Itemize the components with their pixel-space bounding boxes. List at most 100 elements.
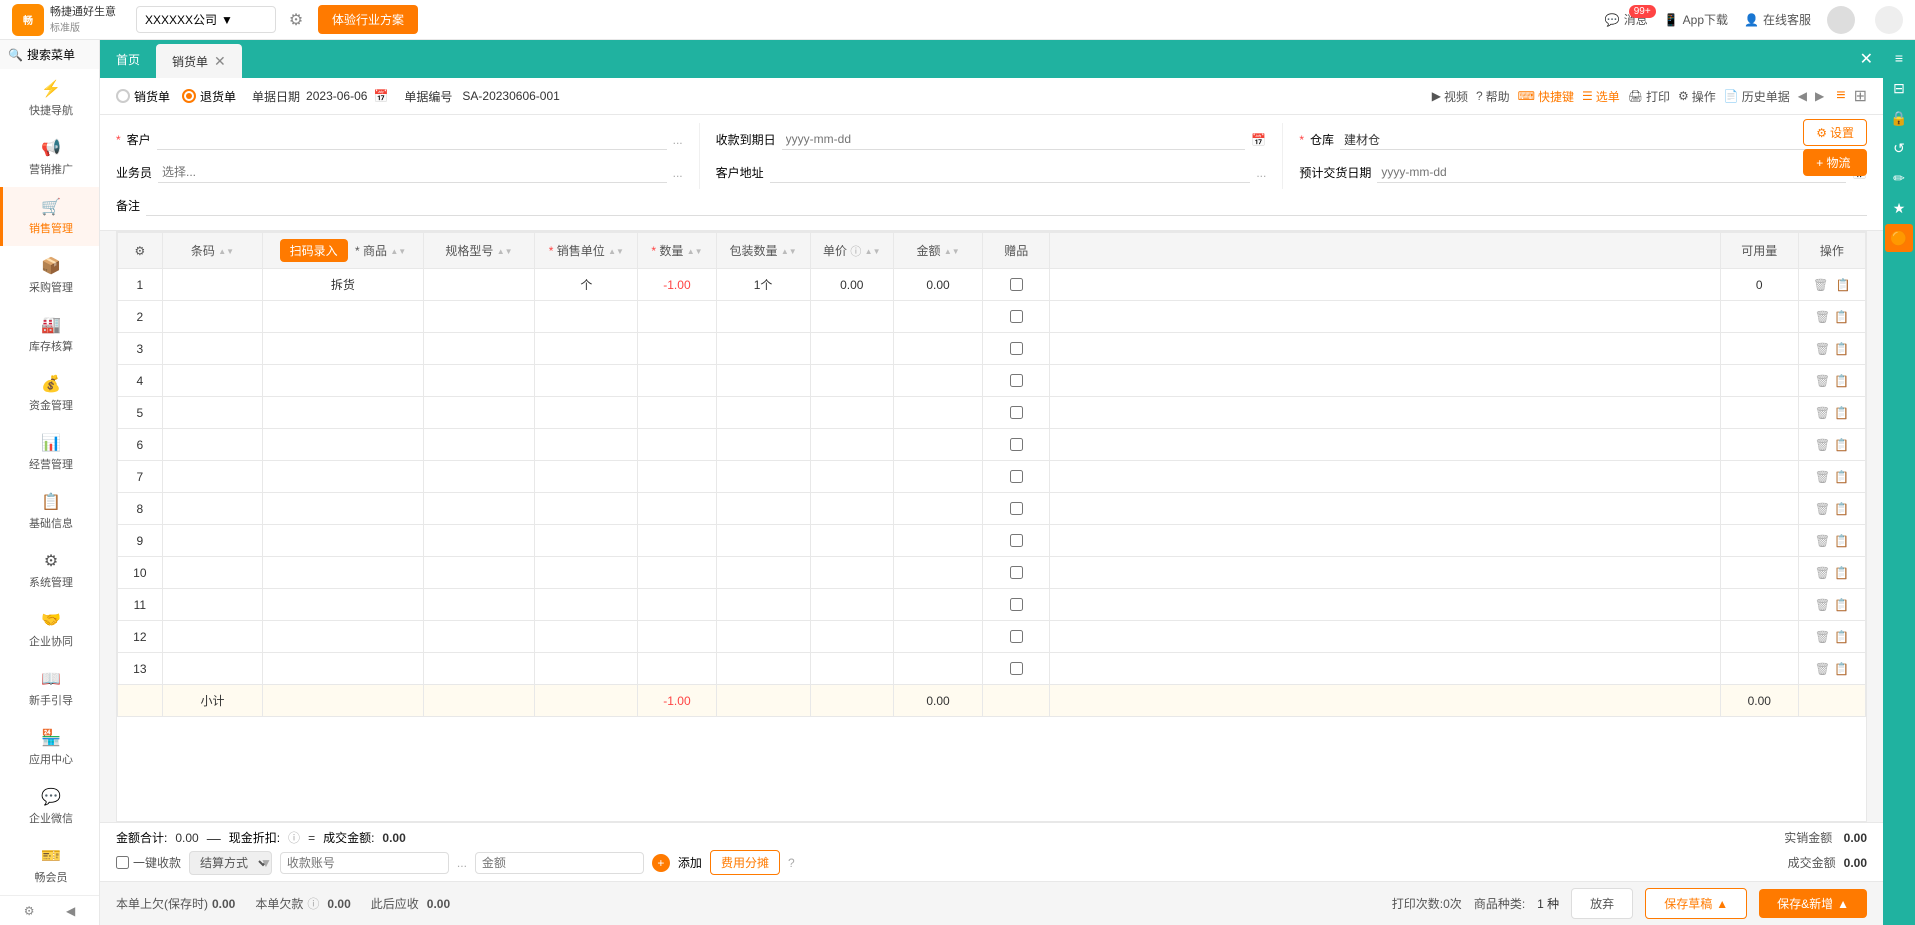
tab-sales-order[interactable]: 销货单 ✕ bbox=[156, 44, 242, 78]
sidebar-item-marketing[interactable]: 📢 营销推广 bbox=[0, 128, 99, 187]
right-panel-btn-7[interactable]: 🟠 bbox=[1885, 224, 1913, 252]
spec-input[interactable] bbox=[432, 278, 527, 292]
sidebar-item-appstore[interactable]: 🏪 应用中心 bbox=[0, 718, 99, 777]
next-icon[interactable]: ▶ bbox=[1815, 89, 1824, 103]
radio-return-order[interactable]: 退货单 bbox=[182, 88, 236, 105]
sidebar-item-system[interactable]: ⚙ 系统管理 bbox=[0, 541, 99, 600]
select-btn[interactable]: ☰ 选单 bbox=[1582, 88, 1620, 105]
sort-barcode-icon[interactable]: ▲▼ bbox=[218, 247, 234, 256]
calendar-icon[interactable]: 📅 bbox=[373, 89, 388, 103]
due-date-calendar-icon[interactable]: 📅 bbox=[1251, 133, 1266, 147]
delete-icon[interactable]: 🗑 bbox=[1813, 278, 1828, 292]
sidebar-item-finance[interactable]: 💰 资金管理 bbox=[0, 364, 99, 423]
delete-icon[interactable]: 🗑 bbox=[1815, 630, 1830, 644]
sidebar-item-quick-nav[interactable]: ⚡ 快捷导航 bbox=[0, 69, 99, 128]
copy-icon[interactable]: 📋 bbox=[1834, 342, 1849, 356]
save-new-button[interactable]: 保存&新增 ▲ bbox=[1759, 889, 1867, 918]
delete-icon[interactable]: 🗑 bbox=[1815, 310, 1830, 324]
gift-checkbox[interactable] bbox=[1010, 278, 1023, 291]
delete-icon[interactable]: 🗑 bbox=[1815, 502, 1830, 516]
delete-icon[interactable]: 🗑 bbox=[1815, 534, 1830, 548]
salesperson-more-icon[interactable]: ... bbox=[673, 166, 683, 180]
warehouse-input[interactable] bbox=[1340, 129, 1851, 150]
save-draft-button[interactable]: 保存草稿 ▲ bbox=[1645, 888, 1747, 919]
tab-home[interactable]: 首页 bbox=[100, 40, 156, 78]
row-price[interactable]: 0.00 bbox=[810, 269, 893, 301]
sidebar-collapse-icon[interactable]: ◀ bbox=[66, 904, 75, 918]
settings-btn[interactable]: ⚙ 设置 bbox=[1803, 119, 1867, 146]
right-panel-btn-2[interactable]: ⊟ bbox=[1885, 74, 1913, 102]
copy-icon[interactable]: 📋 bbox=[1834, 630, 1849, 644]
settings-gear-button[interactable]: ⚙ bbox=[282, 6, 310, 34]
sidebar-item-guide[interactable]: 📖 新手引导 bbox=[0, 659, 99, 718]
gift-checkbox[interactable] bbox=[1010, 630, 1023, 643]
salesperson-input[interactable] bbox=[158, 162, 667, 183]
history-btn[interactable]: 📄 历史单据 bbox=[1724, 88, 1790, 105]
notes-input[interactable] bbox=[146, 195, 1867, 216]
sidebar-item-member[interactable]: 🎫 畅会员 bbox=[0, 836, 99, 895]
sidebar-item-basics[interactable]: 📋 基础信息 bbox=[0, 482, 99, 541]
gift-checkbox[interactable] bbox=[1010, 598, 1023, 611]
sidebar-item-enterprise[interactable]: 🤝 企业协同 bbox=[0, 600, 99, 659]
expense-split-button[interactable]: 费用分摊 bbox=[710, 850, 780, 875]
delete-icon[interactable]: 🗑 bbox=[1815, 374, 1830, 388]
message-button[interactable]: 💬 消息 99+ bbox=[1605, 11, 1648, 28]
row-barcode[interactable] bbox=[162, 269, 263, 301]
gift-checkbox[interactable] bbox=[1010, 342, 1023, 355]
th-settings[interactable]: ⚙ bbox=[118, 233, 163, 269]
sort-amount-icon[interactable]: ▲▼ bbox=[944, 247, 960, 256]
logistics-btn[interactable]: + 物流 bbox=[1803, 149, 1867, 176]
sort-spec-icon[interactable]: ▲▼ bbox=[497, 247, 513, 256]
sidebar-item-sales[interactable]: 🛒 销售管理 bbox=[0, 187, 99, 246]
gift-checkbox[interactable] bbox=[1010, 438, 1023, 451]
right-panel-btn-6[interactable]: ★ bbox=[1885, 194, 1913, 222]
customer-input[interactable] bbox=[157, 129, 667, 150]
right-panel-btn-5[interactable]: ✏ bbox=[1885, 164, 1913, 192]
scan-button[interactable]: 扫码录入 bbox=[280, 239, 348, 262]
video-btn[interactable]: ▶ 视频 bbox=[1432, 88, 1468, 105]
sort-unit-icon[interactable]: ▲▼ bbox=[608, 247, 624, 256]
company-selector[interactable]: XXXXXX公司 ▼ bbox=[136, 6, 276, 33]
row-qty[interactable]: -1.00 bbox=[638, 269, 716, 301]
total-owe-info-icon[interactable]: ⓘ bbox=[307, 895, 319, 912]
customer-more-icon[interactable]: ... bbox=[673, 133, 683, 147]
discount-info-icon[interactable]: ⓘ bbox=[288, 829, 300, 846]
delete-icon[interactable]: 🗑 bbox=[1815, 470, 1830, 484]
gift-checkbox[interactable] bbox=[1010, 502, 1023, 515]
copy-icon[interactable]: 📋 bbox=[1834, 310, 1849, 324]
gift-checkbox[interactable] bbox=[1010, 310, 1023, 323]
sidebar-item-inventory[interactable]: 🏭 库存核算 bbox=[0, 305, 99, 364]
operation-btn[interactable]: ⚙ 操作 bbox=[1678, 88, 1716, 105]
delete-icon[interactable]: 🗑 bbox=[1815, 406, 1830, 420]
barcode-input[interactable] bbox=[171, 278, 255, 292]
gift-checkbox[interactable] bbox=[1010, 374, 1023, 387]
gift-checkbox[interactable] bbox=[1010, 470, 1023, 483]
copy-icon[interactable]: 📋 bbox=[1834, 374, 1849, 388]
copy-icon[interactable]: 📋 bbox=[1834, 502, 1849, 516]
sort-qty-icon[interactable]: ▲▼ bbox=[687, 247, 703, 256]
copy-icon[interactable]: 📋 bbox=[1834, 598, 1849, 612]
one-click-pay-checkbox[interactable] bbox=[116, 856, 129, 869]
delete-icon[interactable]: 🗑 bbox=[1815, 438, 1830, 452]
prev-icon[interactable]: ◀ bbox=[1798, 89, 1807, 103]
window-close-icon[interactable]: ✕ bbox=[1860, 49, 1873, 69]
row-gift[interactable] bbox=[983, 269, 1050, 301]
sidebar-item-operations[interactable]: 📊 经营管理 bbox=[0, 423, 99, 482]
delete-icon[interactable]: 🗑 bbox=[1815, 342, 1830, 356]
sidebar-item-wechat[interactable]: 💬 企业微信 bbox=[0, 777, 99, 836]
copy-icon[interactable]: 📋 bbox=[1834, 534, 1849, 548]
account-more-icon[interactable]: ... bbox=[457, 856, 467, 870]
right-panel-btn-4[interactable]: ↺ bbox=[1885, 134, 1913, 162]
sidebar-gear-icon[interactable]: ⚙ bbox=[24, 904, 35, 918]
copy-icon[interactable]: 📋 bbox=[1834, 566, 1849, 580]
avatar[interactable] bbox=[1827, 6, 1855, 34]
copy-icon[interactable]: 📋 bbox=[1834, 438, 1849, 452]
expected-date-input[interactable] bbox=[1377, 162, 1846, 183]
sort-price-icon[interactable]: ▲▼ bbox=[865, 247, 881, 256]
add-payment-button[interactable]: + bbox=[652, 854, 670, 872]
radio-sales-order[interactable]: 销货单 bbox=[116, 88, 170, 105]
addr-more-icon[interactable]: ... bbox=[1256, 166, 1266, 180]
right-panel-btn-3[interactable]: 🔒 bbox=[1885, 104, 1913, 132]
customer-addr-input[interactable] bbox=[770, 162, 1251, 183]
gift-checkbox[interactable] bbox=[1010, 662, 1023, 675]
